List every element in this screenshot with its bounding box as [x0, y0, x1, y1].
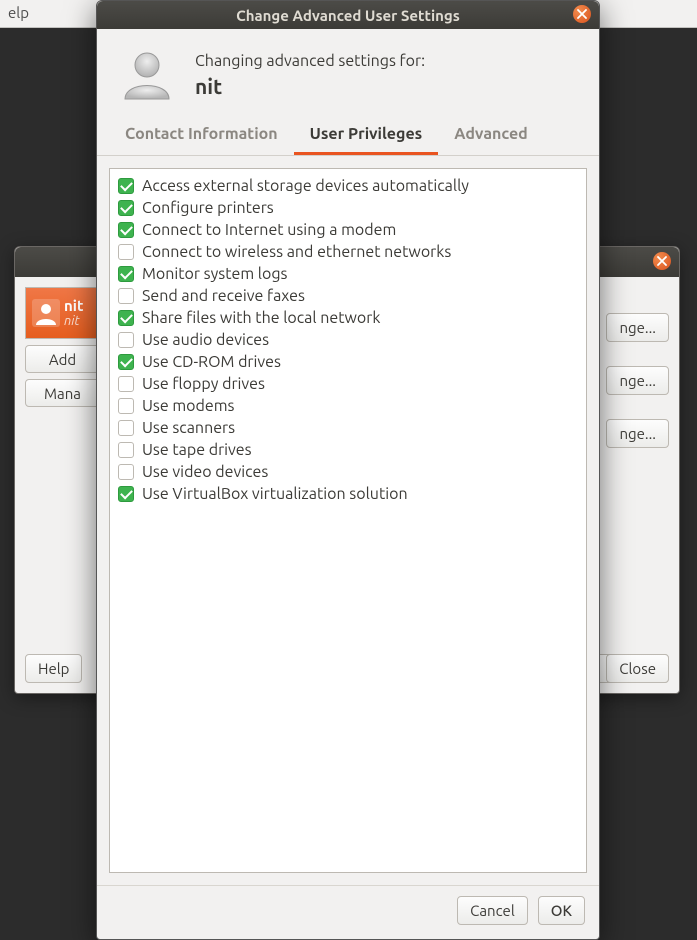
privilege-checkbox[interactable] [118, 398, 134, 414]
privilege-label: Send and receive faxes [142, 287, 305, 305]
privilege-label: Monitor system logs [142, 265, 288, 283]
privilege-label: Share files with the local network [142, 309, 380, 327]
privilege-row: Monitor system logs [114, 263, 582, 285]
privilege-row: Use scanners [114, 417, 582, 439]
users-sidebar: nit nit [25, 287, 100, 339]
privilege-label: Connect to Internet using a modem [142, 221, 396, 239]
avatar-icon [32, 299, 60, 327]
privilege-row: Use modems [114, 395, 582, 417]
privilege-row: Use CD-ROM drives [114, 351, 582, 373]
privilege-label: Connect to wireless and ethernet network… [142, 243, 451, 261]
close-button[interactable]: Close [606, 654, 669, 683]
user-avatar-icon [119, 47, 175, 103]
dialog-tabs: Contact Information User Privileges Adva… [97, 117, 599, 156]
privilege-checkbox[interactable] [118, 222, 134, 238]
privilege-label: Use modems [142, 397, 234, 415]
privilege-label: Use scanners [142, 419, 235, 437]
privilege-row: Use VirtualBox virtualization solution [114, 483, 582, 505]
privilege-checkbox[interactable] [118, 464, 134, 480]
privilege-row: Share files with the local network [114, 307, 582, 329]
privilege-checkbox[interactable] [118, 332, 134, 348]
change-button-2[interactable]: nge... [606, 419, 669, 448]
privilege-row: Connect to wireless and ethernet network… [114, 241, 582, 263]
privilege-row: Send and receive faxes [114, 285, 582, 307]
privilege-checkbox[interactable] [118, 442, 134, 458]
close-icon[interactable] [653, 252, 671, 270]
tab-content-privileges: Access external storage devices automati… [97, 156, 599, 885]
add-button-label: Add [49, 351, 76, 368]
privilege-label: Use audio devices [142, 331, 269, 349]
change-button-0[interactable]: nge... [606, 313, 669, 342]
privilege-row: Connect to Internet using a modem [114, 219, 582, 241]
cancel-button[interactable]: Cancel [457, 896, 528, 925]
privilege-checkbox[interactable] [118, 486, 134, 502]
privilege-label: Configure printers [142, 199, 274, 217]
privilege-checkbox[interactable] [118, 178, 134, 194]
privilege-row: Configure printers [114, 197, 582, 219]
user-name: nit [64, 298, 83, 315]
privilege-checkbox[interactable] [118, 376, 134, 392]
privilege-checkbox[interactable] [118, 310, 134, 326]
privileges-list[interactable]: Access external storage devices automati… [109, 168, 587, 873]
tab-contact-information[interactable]: Contact Information [109, 117, 294, 155]
close-icon[interactable] [573, 5, 591, 23]
privilege-row: Use video devices [114, 461, 582, 483]
dialog-titlebar: Change Advanced User Settings [97, 1, 599, 29]
privilege-label: Use tape drives [142, 441, 252, 459]
change-button-1[interactable]: nge... [606, 366, 669, 395]
privilege-checkbox[interactable] [118, 288, 134, 304]
advanced-settings-dialog: Change Advanced User Settings Changing a… [96, 0, 600, 940]
dialog-heading-line1: Changing advanced settings for: [195, 52, 425, 70]
dialog-title: Change Advanced User Settings [236, 7, 460, 24]
manage-button-label: Mana [44, 385, 81, 402]
dialog-footer: Cancel OK [97, 885, 599, 939]
privilege-row: Use audio devices [114, 329, 582, 351]
privilege-label: Use CD-ROM drives [142, 353, 281, 371]
privilege-checkbox[interactable] [118, 200, 134, 216]
user-login: nit [64, 314, 83, 328]
privilege-checkbox[interactable] [118, 420, 134, 436]
privilege-checkbox[interactable] [118, 354, 134, 370]
user-item-selected[interactable]: nit nit [26, 288, 99, 338]
privilege-label: Use VirtualBox virtualization solution [142, 485, 408, 503]
privilege-label: Use video devices [142, 463, 268, 481]
privilege-row: Use tape drives [114, 439, 582, 461]
dialog-header: Changing advanced settings for: nit [97, 29, 599, 117]
add-user-button[interactable]: Add [25, 345, 100, 373]
ok-button[interactable]: OK [538, 896, 585, 925]
privilege-row: Access external storage devices automati… [114, 175, 582, 197]
tab-user-privileges[interactable]: User Privileges [294, 117, 439, 155]
privilege-label: Use floppy drives [142, 375, 265, 393]
tab-advanced[interactable]: Advanced [438, 117, 544, 155]
privilege-label: Access external storage devices automati… [142, 177, 469, 195]
manage-button[interactable]: Mana [25, 379, 100, 407]
menu-help[interactable]: elp [8, 4, 29, 21]
privilege-checkbox[interactable] [118, 266, 134, 282]
help-button[interactable]: Help [25, 654, 82, 683]
privilege-checkbox[interactable] [118, 244, 134, 260]
dialog-heading-username: nit [195, 74, 425, 98]
privilege-row: Use floppy drives [114, 373, 582, 395]
